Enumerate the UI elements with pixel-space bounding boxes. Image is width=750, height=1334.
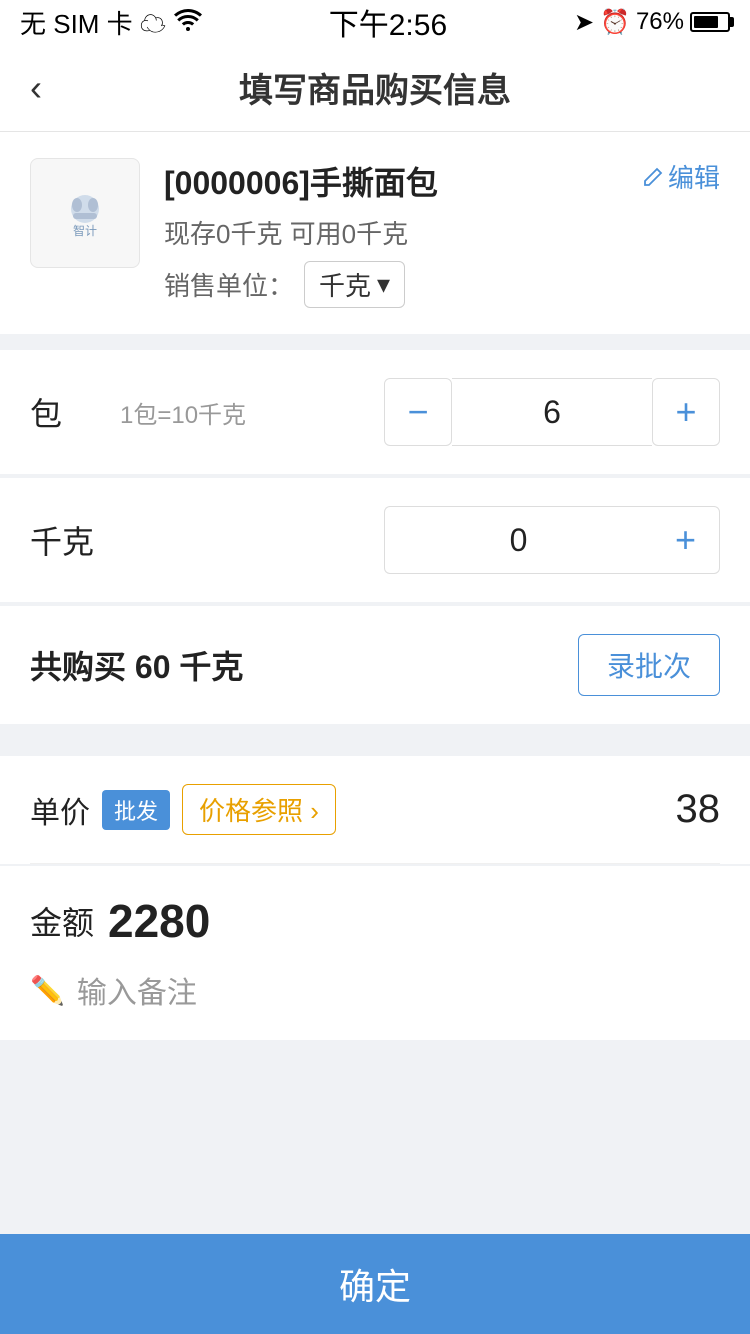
amount-value: 2280 [108,894,210,948]
nav-bar: ‹ 填写商品购买信息 [0,44,750,132]
product-card: 智计 [0000006]手撕面包 现存0千克 可用0千克 销售单位： 千克 ▾ … [0,132,750,334]
alarm-icon: ⏰ [600,8,630,37]
wifi-icon [174,7,202,38]
confirm-button[interactable]: 确定 [0,1234,750,1334]
product-info: [0000006]手撕面包 现存0千克 可用0千克 销售单位： 千克 ▾ [164,158,618,308]
kg-input-row: 千克 + [0,478,750,602]
sim-label: 无 SIM 卡 ☁ [20,4,166,41]
product-thumbnail: 智计 [30,158,140,268]
amount-label: 金额 [30,898,94,944]
price-row: 单价 批发 价格参照 › 38 [30,784,720,864]
pack-input-row: 包 1包=10千克 − + [0,350,750,474]
remark-placeholder: 输入备注 [77,968,197,1012]
location-icon: ➤ [574,8,594,37]
battery-icon [690,12,730,32]
content-spacer [0,1040,750,1234]
confirm-label: 确定 [339,1258,411,1310]
price-section: 单价 批发 价格参照 › 38 [0,756,750,864]
price-label: 单价 [30,788,90,832]
pack-decrement-button[interactable]: − [384,378,452,446]
status-left: 无 SIM 卡 ☁ [20,4,202,41]
product-unit: 销售单位： 千克 ▾ [164,261,618,308]
pencil-icon: ✏️ [30,974,65,1007]
pack-hint: 1包=10千克 [120,395,384,430]
price-tag: 批发 [102,790,170,830]
price-value: 38 [676,787,721,832]
status-time: 下午2:56 [329,0,447,44]
total-amount: 60 [135,649,171,685]
total-section: 共购买 60 千克 录批次 [0,606,750,724]
status-right: ➤ ⏰ 76% [574,8,730,37]
amount-section: 金额 2280 ✏️ 输入备注 [0,866,750,1040]
battery-percent: 76% [636,8,684,36]
kg-qty-control: + [384,506,720,574]
pack-input-section: 包 1包=10千克 − + [0,350,750,474]
content-area: 智计 [0000006]手撕面包 现存0千克 可用0千克 销售单位： 千克 ▾ … [0,132,750,1234]
remark-row[interactable]: ✏️ 输入备注 [30,968,720,1012]
total-text: 共购买 60 千克 [30,642,243,688]
edit-button[interactable]: 编辑 [642,158,720,195]
unit-select[interactable]: 千克 ▾ [304,261,405,308]
batch-button[interactable]: 录批次 [578,634,720,696]
kg-qty-input[interactable] [384,506,652,574]
back-button[interactable]: ‹ [30,57,52,119]
kg-increment-button[interactable]: + [652,506,720,574]
kg-label: 千克 [30,517,110,563]
status-bar: 无 SIM 卡 ☁ 下午2:56 ➤ ⏰ 76% [0,0,750,44]
product-name: [0000006]手撕面包 [164,158,618,204]
svg-text:智计: 智计 [73,223,97,238]
page-title: 填写商品购买信息 [239,63,511,112]
product-stock: 现存0千克 可用0千克 [164,214,618,251]
separator [0,740,750,756]
pack-qty-input[interactable] [452,378,652,446]
pack-qty-control: − + [384,378,720,446]
chevron-down-icon: ▾ [377,269,390,300]
price-ref-button[interactable]: 价格参照 › [182,784,336,835]
pack-increment-button[interactable]: + [652,378,720,446]
kg-input-section: 千克 + [0,478,750,602]
amount-row: 金额 2280 [30,894,720,948]
pack-label: 包 [30,389,110,435]
unit-label: 销售单位： [164,266,294,303]
